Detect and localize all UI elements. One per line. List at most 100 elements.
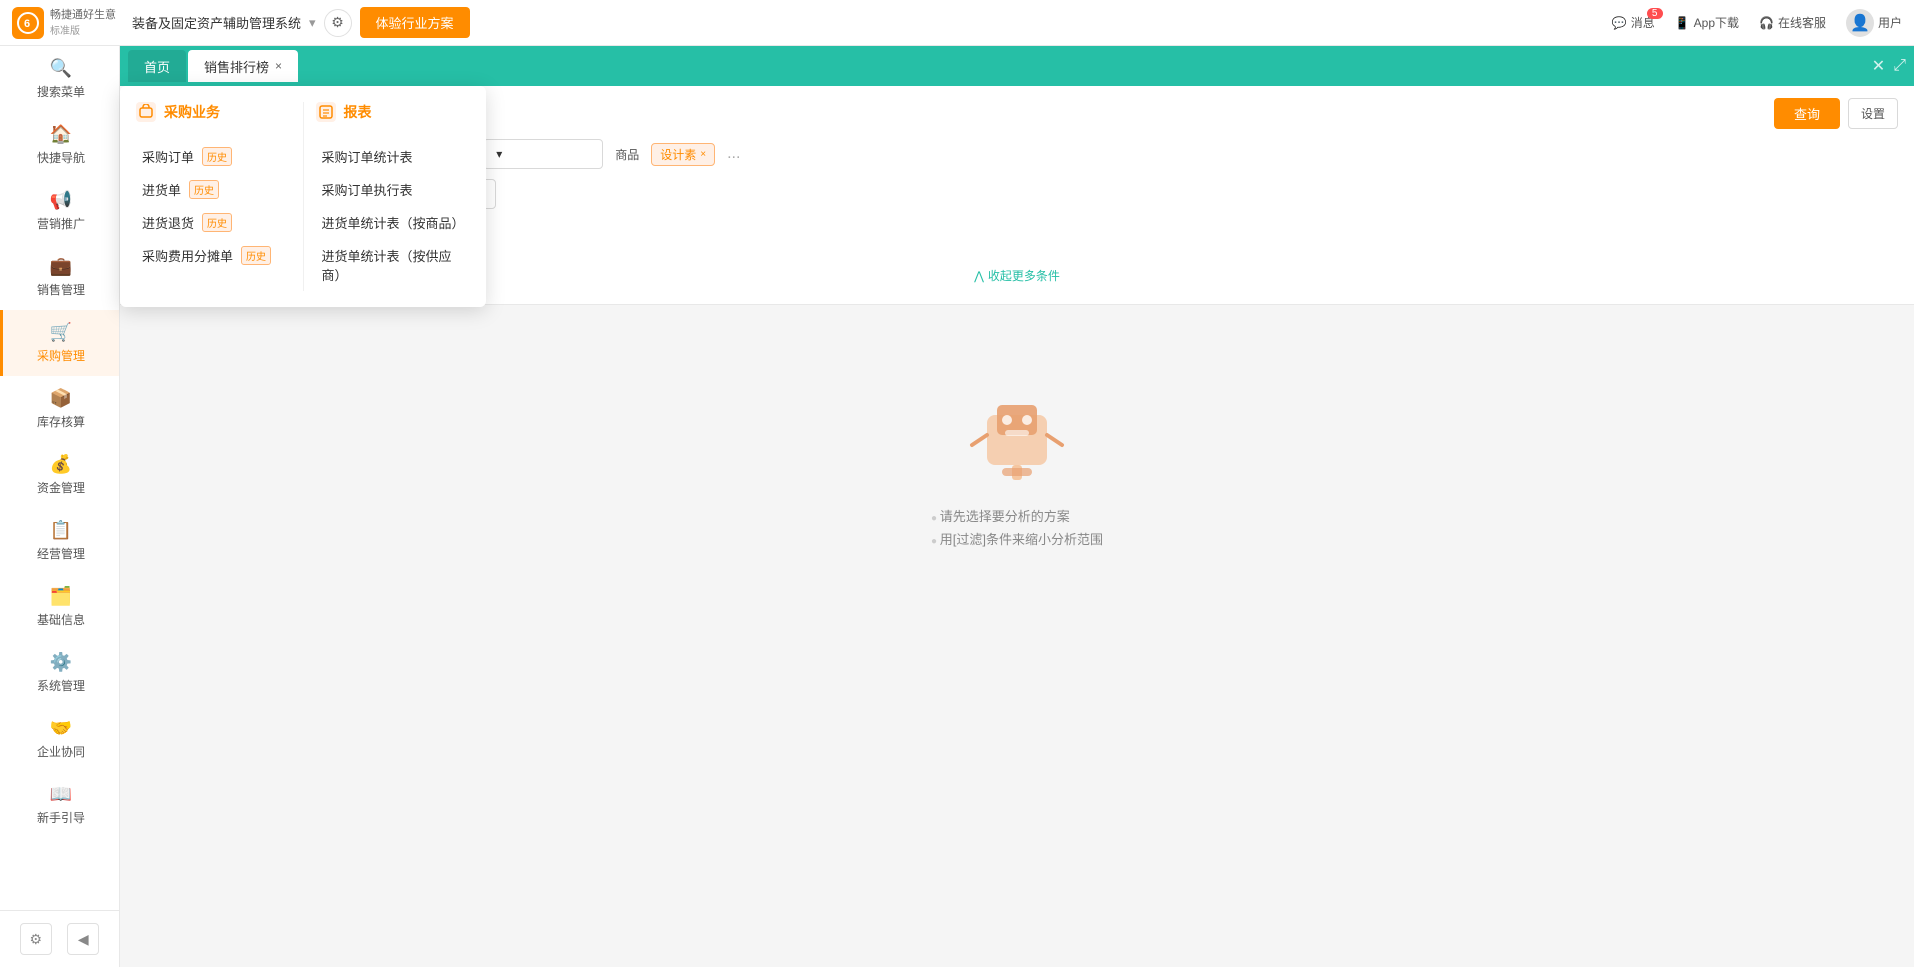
empty-tip-2: 用[过滤]条件来缩小分析范围 xyxy=(931,528,1103,551)
sidebar-label-inventory: 库存核算 xyxy=(37,413,85,430)
tab-close-icon[interactable]: × xyxy=(275,59,282,73)
tab-sales-rank[interactable]: 销售排行榜 × xyxy=(188,50,298,82)
menu-label-receive-stats-supplier: 进货单统计表（按供应商） xyxy=(322,246,465,284)
menu-item-order-stats[interactable]: 采购订单统计表 xyxy=(316,140,471,173)
app-download-label: App下载 xyxy=(1694,14,1739,31)
sidebar-label-guide: 新手引导 xyxy=(37,809,85,826)
sidebar-label-base: 基础信息 xyxy=(37,611,85,628)
menu-label-purchase-receive: 进货单 xyxy=(142,180,181,199)
sidebar-item-purchase[interactable]: 🛒 采购管理 xyxy=(0,310,119,376)
menu-label-order-exec: 采购订单执行表 xyxy=(322,180,413,199)
settings-button[interactable]: 设置 xyxy=(1848,98,1898,129)
goods-dots[interactable]: ... xyxy=(727,145,740,163)
sidebar-item-sales[interactable]: 💼 销售管理 xyxy=(0,244,119,310)
menu-item-receive-stats-goods[interactable]: 进货单统计表（按商品） xyxy=(316,206,471,239)
system-title-area: 装备及固定资产辅助管理系统 ▾ ⚙ 体验行业方案 xyxy=(132,7,1612,38)
sidebar-label-purchase: 采购管理 xyxy=(37,347,85,364)
report-section-icon xyxy=(316,102,336,122)
sidebar-item-marketing[interactable]: 📢 营销推广 xyxy=(0,178,119,244)
money-icon: 💰 xyxy=(50,454,72,475)
sidebar-item-base[interactable]: 🗂️ 基础信息 xyxy=(0,574,119,640)
report-section-header: 报表 xyxy=(316,102,471,128)
sidebar-label-sales: 销售管理 xyxy=(37,281,85,298)
sidebar-label-enterprise: 企业协同 xyxy=(37,743,85,760)
menu-item-receive-stats-supplier[interactable]: 进货单统计表（按供应商） xyxy=(316,239,471,291)
menu-item-purchase-expense[interactable]: 采购费用分摊单 历史 xyxy=(136,239,291,272)
trial-button[interactable]: 体验行业方案 xyxy=(360,7,470,38)
sidebar-item-inventory[interactable]: 📦 库存核算 xyxy=(0,376,119,442)
sidebar-label-quick: 快捷导航 xyxy=(37,149,85,166)
goods-tag-close[interactable]: × xyxy=(700,149,706,160)
menu-item-order-exec[interactable]: 采购订单执行表 xyxy=(316,173,471,206)
sidebar-item-enterprise[interactable]: 🤝 企业协同 xyxy=(0,706,119,772)
logo-text: 畅捷通好生意 xyxy=(50,8,116,22)
title-dropdown-arrow[interactable]: ▾ xyxy=(309,15,316,31)
history-badge-purchase-order: 历史 xyxy=(202,147,232,166)
purchase-section-header: 采购业务 xyxy=(136,102,291,128)
menu-item-purchase-return[interactable]: 进货退货 历史 xyxy=(136,206,291,239)
menu-label-purchase-return: 进货退货 xyxy=(142,213,194,232)
history-badge-expense: 历史 xyxy=(241,246,271,265)
goods-tag: 设计素 × xyxy=(651,143,715,166)
sidebar-item-finance[interactable]: 💰 资金管理 xyxy=(0,442,119,508)
goods-tag-label: 设计素 xyxy=(660,146,696,163)
home-icon: 🏠 xyxy=(50,124,72,145)
online-service-btn[interactable]: 🎧 在线客服 xyxy=(1759,14,1826,31)
sidebar-bottom: ⚙ ◀ xyxy=(0,910,119,967)
tab-bar: 首页 销售排行榜 × ✕ ⤢ xyxy=(120,46,1914,86)
sidebar-settings-btn[interactable]: ⚙ xyxy=(20,923,52,955)
book-icon: 📖 xyxy=(50,784,72,805)
tab-home-label: 首页 xyxy=(144,57,170,76)
app-download-btn[interactable]: 📱 App下载 xyxy=(1675,14,1739,31)
messages-btn[interactable]: 💬 消息 5 xyxy=(1612,14,1655,31)
clipboard-icon: 📋 xyxy=(50,520,72,541)
sidebar-collapse-btn[interactable]: ◀ xyxy=(67,923,99,955)
sidebar-item-search[interactable]: 🔍 搜索菜单 xyxy=(0,46,119,112)
menu-label-order-stats: 采购订单统计表 xyxy=(322,147,413,166)
sidebar-item-guide[interactable]: 📖 新手引导 xyxy=(0,772,119,838)
sidebar-label-operation: 经营管理 xyxy=(37,545,85,562)
menu-item-purchase-order[interactable]: 采购订单 历史 xyxy=(136,140,291,173)
purchase-dropdown-menu: 采购业务 采购订单 历史 进货单 历史 进货退货 历史 采购费用分摊单 历史 xyxy=(120,86,486,307)
gear-icon: ⚙️ xyxy=(50,652,72,673)
logo-sub: 标准版 xyxy=(50,22,116,37)
empty-tip-1: 请先选择要分析的方案 xyxy=(931,505,1103,528)
tab-close-btn[interactable]: ✕ xyxy=(1872,56,1885,76)
sidebar: 🔍 搜索菜单 🏠 快捷导航 📢 营销推广 💼 销售管理 🛒 采购管理 📦 库存核… xyxy=(0,46,120,967)
collapse-up-icon: ⋀ xyxy=(974,269,984,283)
history-badge-receive: 历史 xyxy=(189,180,219,199)
settings-gear-btn[interactable]: ⚙ xyxy=(324,9,352,37)
doc-status-select[interactable]: ▾ xyxy=(483,139,603,169)
empty-illustration xyxy=(957,385,1077,485)
goods-label: 商品 xyxy=(615,146,639,163)
doc-status-arrow: ▾ xyxy=(496,147,502,161)
top-header: 6 畅捷通好生意 标准版 装备及固定资产辅助管理系统 ▾ ⚙ 体验行业方案 💬 … xyxy=(0,0,1914,46)
messages-badge: 5 xyxy=(1647,8,1663,19)
user-label: 用户 xyxy=(1878,14,1902,31)
box-icon: 📦 xyxy=(50,388,72,409)
sidebar-label-marketing: 营销推广 xyxy=(37,215,85,232)
tab-expand-btn[interactable]: ⤢ xyxy=(1893,57,1906,75)
menu-item-purchase-receive[interactable]: 进货单 历史 xyxy=(136,173,291,206)
phone-icon: 📱 xyxy=(1675,16,1690,30)
sidebar-label-finance: 资金管理 xyxy=(37,479,85,496)
menu-label-receive-stats-goods: 进货单统计表（按商品） xyxy=(322,213,465,232)
report-section: 报表 采购订单统计表 采购订单执行表 进货单统计表（按商品） 进货单统计表（按供… xyxy=(303,102,471,291)
report-section-title: 报表 xyxy=(344,102,372,122)
sidebar-label-search: 搜索菜单 xyxy=(37,83,85,100)
user-menu-btn[interactable]: 👤 用户 xyxy=(1846,9,1902,37)
empty-state: 请先选择要分析的方案 用[过滤]条件来缩小分析范围 xyxy=(120,305,1914,632)
tab-home[interactable]: 首页 xyxy=(128,50,186,82)
collapse-label: 收起更多条件 xyxy=(988,267,1060,284)
database-icon: 🗂️ xyxy=(50,586,72,607)
sidebar-item-system[interactable]: ⚙️ 系统管理 xyxy=(0,640,119,706)
tab-bar-right: ✕ ⤢ xyxy=(1872,56,1906,76)
sidebar-item-operation[interactable]: 📋 经营管理 xyxy=(0,508,119,574)
online-service-label: 在线客服 xyxy=(1778,14,1826,31)
cart-icon: 🛒 xyxy=(50,322,72,343)
query-button[interactable]: 查询 xyxy=(1774,98,1840,129)
handshake-icon: 🤝 xyxy=(50,718,72,739)
user-avatar: 👤 xyxy=(1846,9,1874,37)
purchase-section-icon xyxy=(136,102,156,122)
sidebar-item-quick[interactable]: 🏠 快捷导航 xyxy=(0,112,119,178)
